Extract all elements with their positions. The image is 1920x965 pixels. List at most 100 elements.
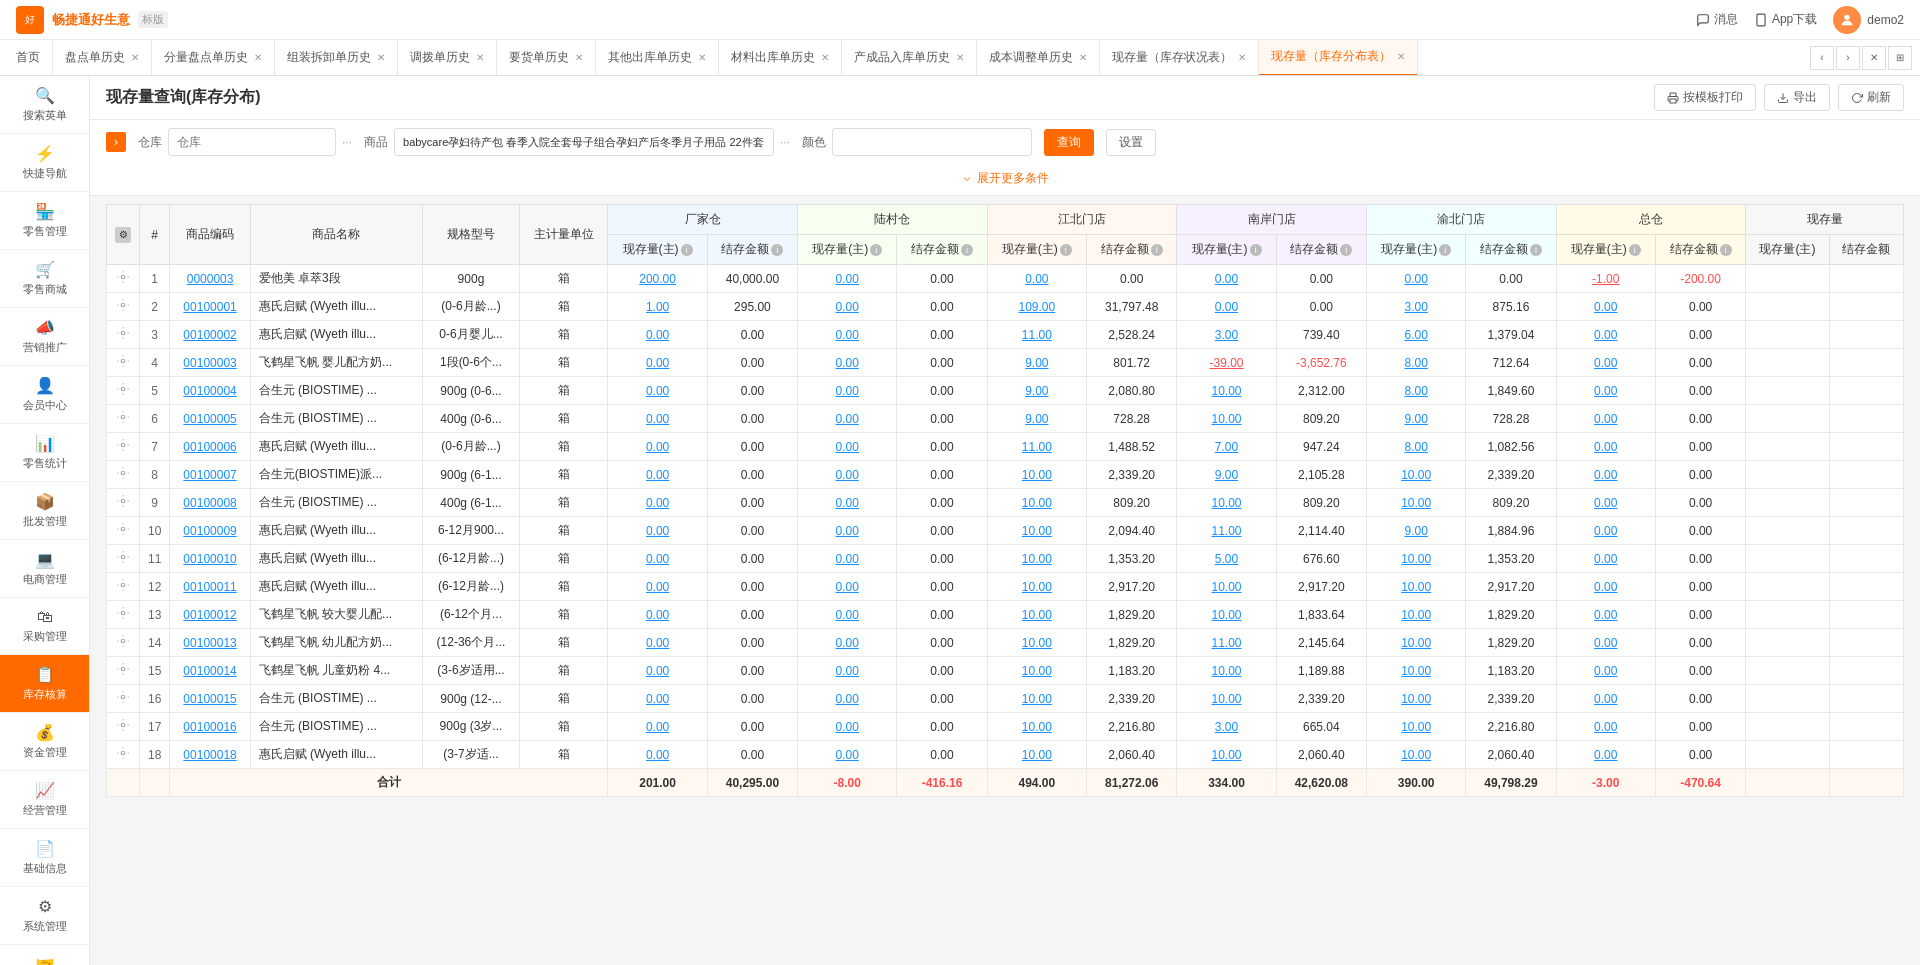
- cell-na-qty[interactable]: 0.00: [1177, 293, 1276, 321]
- cell-ll-qty[interactable]: 0.00: [798, 461, 897, 489]
- cell-yb-qty[interactable]: 0.00: [1366, 265, 1465, 293]
- tab-item-0[interactable]: 首页: [4, 40, 53, 76]
- cell-code[interactable]: 00100003: [170, 349, 250, 377]
- cell-yb-qty[interactable]: 8.00: [1366, 377, 1465, 405]
- cell-settings[interactable]: [107, 573, 140, 601]
- cell-fac-qty[interactable]: 0.00: [608, 741, 707, 769]
- cell-ll-qty[interactable]: 0.00: [798, 713, 897, 741]
- tab-close-btn[interactable]: ✕: [821, 52, 829, 63]
- cell-na-qty[interactable]: 3.00: [1177, 321, 1276, 349]
- cell-settings[interactable]: [107, 265, 140, 293]
- sidebar-item-11[interactable]: 💰资金管理: [0, 713, 89, 771]
- sidebar-item-3[interactable]: 🛒零售商城: [0, 250, 89, 308]
- cell-ll-qty[interactable]: 0.00: [798, 601, 897, 629]
- cell-settings[interactable]: [107, 433, 140, 461]
- tab-close-btn[interactable]: ✕: [1079, 52, 1087, 63]
- cell-total-qty[interactable]: 0.00: [1556, 321, 1655, 349]
- cell-yb-qty[interactable]: 10.00: [1366, 461, 1465, 489]
- cell-code[interactable]: 00100002: [170, 321, 250, 349]
- cell-ll-qty[interactable]: 0.00: [798, 629, 897, 657]
- sidebar-item-14[interactable]: ⚙系统管理: [0, 887, 89, 945]
- sidebar-item-0[interactable]: 🔍搜索英单: [0, 76, 89, 134]
- cell-na-qty[interactable]: 10.00: [1177, 685, 1276, 713]
- cell-settings[interactable]: [107, 489, 140, 517]
- tab-close-btn[interactable]: ✕: [254, 52, 262, 63]
- cell-ll-qty[interactable]: 0.00: [798, 405, 897, 433]
- sidebar-item-1[interactable]: ⚡快捷导航: [0, 134, 89, 192]
- goods-ellipsis[interactable]: ···: [780, 135, 790, 149]
- cell-total-qty[interactable]: 0.00: [1556, 293, 1655, 321]
- cell-jb-qty[interactable]: 10.00: [987, 741, 1086, 769]
- cell-total-qty[interactable]: 0.00: [1556, 545, 1655, 573]
- cell-yb-qty[interactable]: 10.00: [1366, 545, 1465, 573]
- cell-ll-qty[interactable]: 0.00: [798, 433, 897, 461]
- cell-na-qty[interactable]: 9.00: [1177, 461, 1276, 489]
- cell-total-qty[interactable]: 0.00: [1556, 489, 1655, 517]
- sidebar-item-10[interactable]: 📋库存核算: [0, 655, 89, 713]
- expand-more-btn[interactable]: 展开更多条件: [961, 170, 1049, 187]
- cell-ll-qty[interactable]: 0.00: [798, 685, 897, 713]
- cell-code[interactable]: 00100004: [170, 377, 250, 405]
- cell-settings[interactable]: [107, 545, 140, 573]
- cell-na-qty[interactable]: 10.00: [1177, 601, 1276, 629]
- tab-prev-btn[interactable]: ‹: [1810, 46, 1834, 70]
- cell-jb-qty[interactable]: 0.00: [987, 265, 1086, 293]
- query-btn[interactable]: 查询: [1044, 129, 1094, 156]
- th-settings[interactable]: ⚙: [107, 205, 140, 265]
- cell-ll-qty[interactable]: 0.00: [798, 545, 897, 573]
- cell-code[interactable]: 00100005: [170, 405, 250, 433]
- tab-close-btn[interactable]: ✕: [476, 52, 484, 63]
- cell-total-qty[interactable]: 0.00: [1556, 741, 1655, 769]
- cell-code[interactable]: 00100014: [170, 657, 250, 685]
- cell-code[interactable]: 00100011: [170, 573, 250, 601]
- cell-yb-qty[interactable]: 10.00: [1366, 601, 1465, 629]
- tab-close-all-btn[interactable]: ✕: [1862, 46, 1886, 70]
- tab-close-btn[interactable]: ✕: [1397, 51, 1405, 62]
- tab-close-btn[interactable]: ✕: [1238, 52, 1246, 63]
- cell-fac-qty[interactable]: 0.00: [608, 517, 707, 545]
- goods-input[interactable]: [394, 128, 774, 156]
- cell-code[interactable]: 00100013: [170, 629, 250, 657]
- cell-ll-qty[interactable]: 0.00: [798, 293, 897, 321]
- cell-fac-qty[interactable]: 0.00: [608, 377, 707, 405]
- tab-close-btn[interactable]: ✕: [377, 52, 385, 63]
- cell-settings[interactable]: [107, 293, 140, 321]
- cell-yb-qty[interactable]: 10.00: [1366, 657, 1465, 685]
- cell-jb-qty[interactable]: 9.00: [987, 349, 1086, 377]
- cell-jb-qty[interactable]: 10.00: [987, 489, 1086, 517]
- cell-ll-qty[interactable]: 0.00: [798, 321, 897, 349]
- expand-toggle-btn[interactable]: ›: [106, 132, 126, 152]
- cell-total-qty[interactable]: 0.00: [1556, 685, 1655, 713]
- cell-yb-qty[interactable]: 10.00: [1366, 629, 1465, 657]
- cell-jb-qty[interactable]: 10.00: [987, 685, 1086, 713]
- cell-yb-qty[interactable]: 6.00: [1366, 321, 1465, 349]
- cell-na-qty[interactable]: 11.00: [1177, 517, 1276, 545]
- cell-jb-qty[interactable]: 10.00: [987, 573, 1086, 601]
- cell-na-qty[interactable]: 10.00: [1177, 489, 1276, 517]
- cell-fac-qty[interactable]: 0.00: [608, 545, 707, 573]
- cell-fac-qty[interactable]: 0.00: [608, 573, 707, 601]
- tab-item-1[interactable]: 盘点单历史✕: [53, 40, 152, 76]
- cell-jb-qty[interactable]: 10.00: [987, 657, 1086, 685]
- tab-item-5[interactable]: 要货单历史✕: [497, 40, 596, 76]
- sidebar-item-8[interactable]: 💻电商管理: [0, 540, 89, 598]
- cell-total-qty[interactable]: 0.00: [1556, 713, 1655, 741]
- cell-code[interactable]: 00100016: [170, 713, 250, 741]
- cell-code[interactable]: 00100010: [170, 545, 250, 573]
- user-area[interactable]: demo2: [1833, 6, 1904, 34]
- cell-settings[interactable]: [107, 657, 140, 685]
- cell-ll-qty[interactable]: 0.00: [798, 517, 897, 545]
- cell-yb-qty[interactable]: 8.00: [1366, 349, 1465, 377]
- tab-item-8[interactable]: 产成品入库单历史✕: [842, 40, 977, 76]
- sidebar-item-13[interactable]: 📄基础信息: [0, 829, 89, 887]
- app-download-btn[interactable]: App下载: [1754, 11, 1817, 28]
- cell-na-qty[interactable]: 11.00: [1177, 629, 1276, 657]
- cell-total-qty[interactable]: -1.00: [1556, 265, 1655, 293]
- cell-jb-qty[interactable]: 11.00: [987, 433, 1086, 461]
- cell-na-qty[interactable]: 10.00: [1177, 377, 1276, 405]
- cell-jb-qty[interactable]: 9.00: [987, 405, 1086, 433]
- cell-fac-qty[interactable]: 0.00: [608, 349, 707, 377]
- cell-jb-qty[interactable]: 10.00: [987, 713, 1086, 741]
- messages-btn[interactable]: 消息: [1696, 11, 1738, 28]
- cell-yb-qty[interactable]: 9.00: [1366, 405, 1465, 433]
